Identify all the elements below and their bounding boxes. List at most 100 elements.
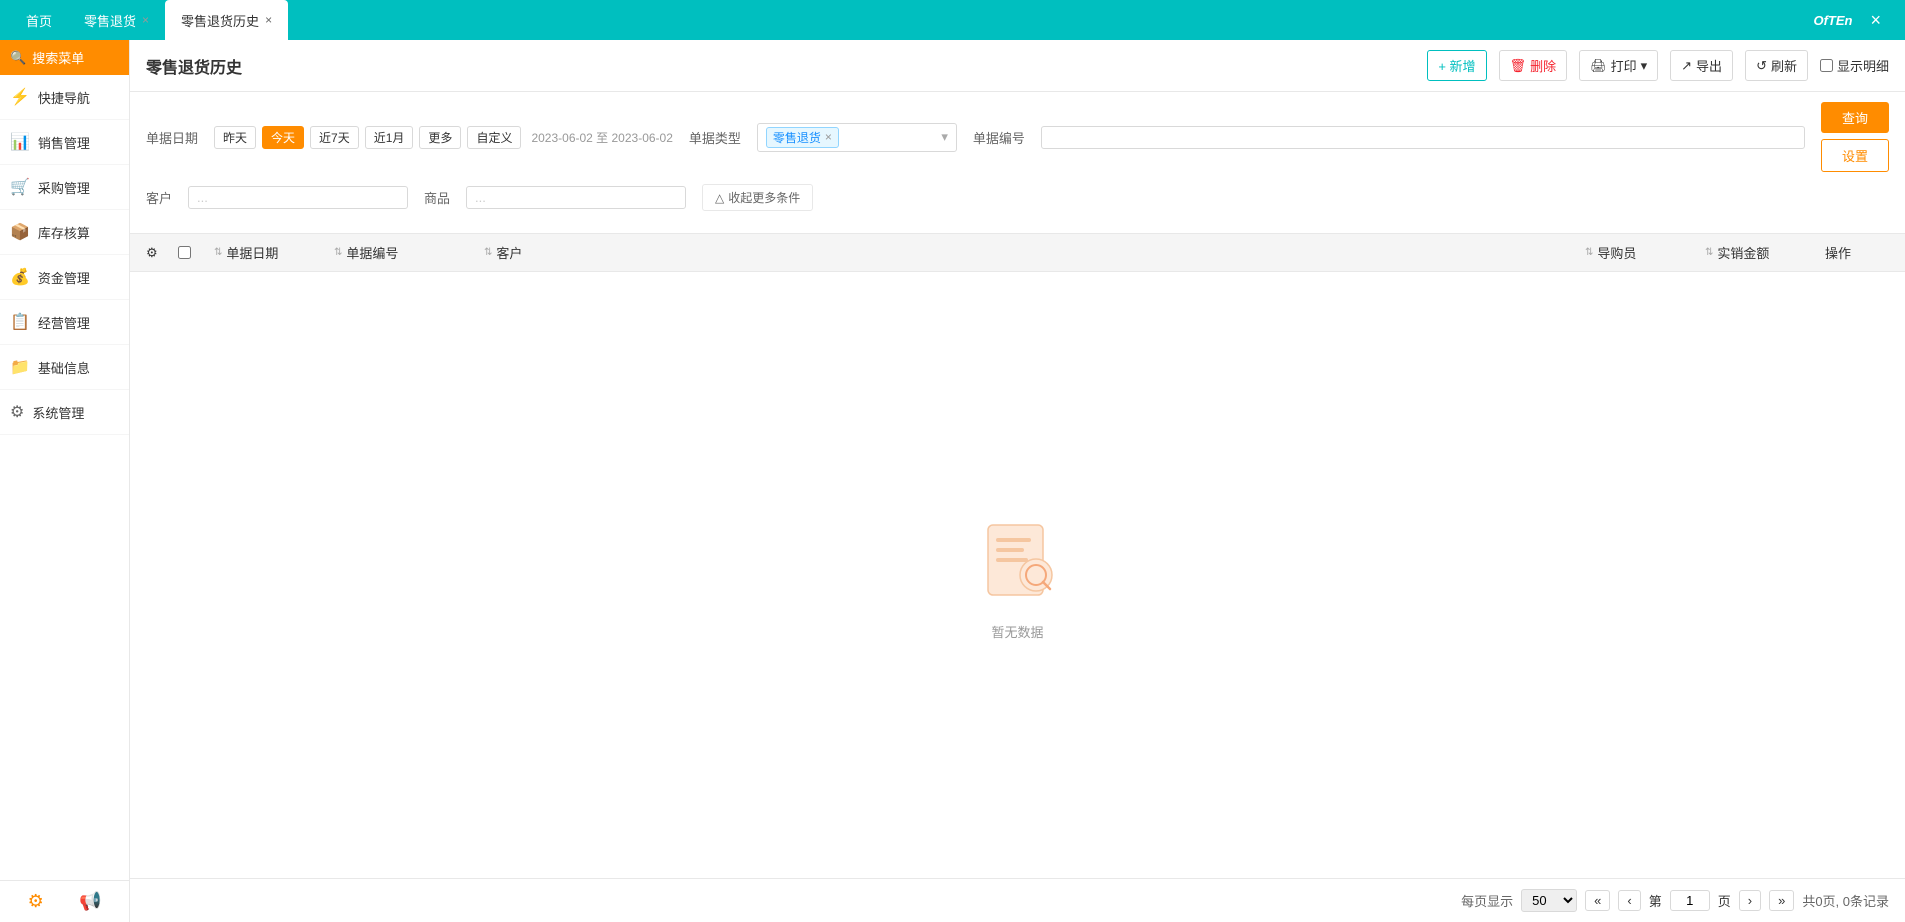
date-btn-1month[interactable]: 近1月 xyxy=(365,126,414,149)
sidebar-item-system-mgmt[interactable]: ⚙ 系统管理 xyxy=(0,390,129,435)
sidebar-item-purchase-mgmt[interactable]: 🛒 采购管理 xyxy=(0,165,129,210)
th-num[interactable]: ⇅ 单据编号 xyxy=(326,243,476,262)
doc-type-tag-label: 零售退货 xyxy=(773,129,821,146)
date-btn-custom[interactable]: 自定义 xyxy=(467,126,521,149)
filter-row-2: 客户 ... 商品 ... △ 收起更多条件 xyxy=(146,180,1889,215)
sidebar-item-sales-mgmt[interactable]: 📊 销售管理 xyxy=(0,120,129,165)
sidebar: 🔍 搜索菜单 ⚡ 快捷导航 📊 销售管理 🛒 采购管理 📦 库存核算 💰 资金管… xyxy=(0,40,130,922)
speaker-icon[interactable]: 📢 xyxy=(79,891,101,912)
goods-input[interactable]: ... xyxy=(466,186,686,209)
doc-type-tag-close[interactable]: × xyxy=(825,130,832,144)
tab-retail-return-close[interactable]: × xyxy=(142,13,149,27)
top-bar: 首页 零售退货 × 零售退货历史 × OfTEn × xyxy=(0,0,1905,40)
show-detail-checkbox[interactable] xyxy=(1820,59,1833,72)
table-settings-icon[interactable]: ⚙ xyxy=(146,245,158,261)
th-guide[interactable]: ⇅ 导购员 xyxy=(1577,243,1697,262)
sidebar-item-quick-nav-label: 快捷导航 xyxy=(38,88,90,107)
page-size-select[interactable]: 50 10 20 100 xyxy=(1521,889,1577,912)
filter-settings-button[interactable]: 设置 xyxy=(1821,139,1889,172)
purchase-mgmt-icon: 🛒 xyxy=(10,177,30,197)
sidebar-item-sales-mgmt-label: 销售管理 xyxy=(38,133,90,152)
tab-retail-return-history-close[interactable]: × xyxy=(265,13,272,27)
sort-num-icon: ⇅ xyxy=(334,247,342,258)
show-detail-checkbox-label[interactable]: 显示明细 xyxy=(1820,56,1889,75)
export-label: 导出 xyxy=(1696,56,1722,75)
table-header: ⚙ ⇅ 单据日期 ⇅ 单据编号 ⇅ 客户 ⇅ xyxy=(130,234,1905,272)
sidebar-search[interactable]: 🔍 搜索菜单 xyxy=(0,40,129,75)
th-date-label: 单据日期 xyxy=(226,243,278,262)
customer-placeholder: ... xyxy=(197,190,208,205)
goods-placeholder: ... xyxy=(475,190,486,205)
window-close-button[interactable]: × xyxy=(1862,10,1889,31)
sidebar-item-basic-info-label: 基础信息 xyxy=(38,358,90,377)
sidebar-item-basic-info[interactable]: 📁 基础信息 xyxy=(0,345,129,390)
sidebar-item-inventory-label: 库存核算 xyxy=(38,223,90,242)
page-label: 第 xyxy=(1649,891,1662,910)
print-chevron-icon: ▾ xyxy=(1641,58,1648,74)
doc-num-input[interactable] xyxy=(1041,126,1805,149)
th-customer[interactable]: ⇅ 客户 xyxy=(476,243,1577,262)
date-filter-label: 单据日期 xyxy=(146,128,198,147)
sidebar-item-inventory[interactable]: 📦 库存核算 xyxy=(0,210,129,255)
page-total: 共0页, 0条记录 xyxy=(1802,891,1889,910)
sort-date-icon: ⇅ xyxy=(214,247,222,258)
th-checkbox[interactable] xyxy=(170,246,206,259)
page-unit-label: 页 xyxy=(1718,891,1731,910)
th-amount-label: 实销金额 xyxy=(1717,243,1769,262)
date-btn-more[interactable]: 更多 xyxy=(419,126,461,149)
refresh-button[interactable]: ↺ 刷新 xyxy=(1745,50,1808,81)
doc-type-chevron-icon: ▾ xyxy=(941,129,948,145)
doc-type-filter-label: 单据类型 xyxy=(689,128,741,147)
doc-type-select[interactable]: 零售退货 × ▾ xyxy=(757,123,957,152)
date-btn-today[interactable]: 今天 xyxy=(262,126,304,149)
fund-mgmt-icon: 💰 xyxy=(10,267,30,287)
doc-num-filter-label: 单据编号 xyxy=(973,128,1025,147)
customer-filter-label: 客户 xyxy=(146,188,172,207)
query-button[interactable]: 查询 xyxy=(1821,102,1889,133)
th-amount[interactable]: ⇅ 实销金额 xyxy=(1697,243,1817,262)
date-range-display: 2023-06-02 至 2023-06-02 xyxy=(531,129,672,146)
page-title: 零售退货历史 xyxy=(146,54,242,78)
collapse-btn[interactable]: △ 收起更多条件 xyxy=(702,184,813,211)
date-btn-7days[interactable]: 近7天 xyxy=(310,126,359,149)
page-input[interactable] xyxy=(1670,890,1710,911)
search-icon: 🔍 xyxy=(10,50,26,66)
quick-nav-icon: ⚡ xyxy=(10,87,30,107)
sidebar-item-purchase-mgmt-label: 采购管理 xyxy=(38,178,90,197)
table-container: ⚙ ⇅ 单据日期 ⇅ 单据编号 ⇅ 客户 ⇅ xyxy=(130,234,1905,922)
th-settings[interactable]: ⚙ xyxy=(138,245,170,261)
sidebar-item-quick-nav[interactable]: ⚡ 快捷导航 xyxy=(0,75,129,120)
print-icon: 🖨 xyxy=(1590,58,1607,74)
delete-button[interactable]: 🗑 删除 xyxy=(1499,50,1568,81)
print-button[interactable]: 🖨 打印 ▾ xyxy=(1579,50,1658,81)
th-date[interactable]: ⇅ 单据日期 xyxy=(206,243,326,262)
sidebar-item-system-mgmt-label: 系统管理 xyxy=(32,403,84,422)
layout: 🔍 搜索菜单 ⚡ 快捷导航 📊 销售管理 🛒 采购管理 📦 库存核算 💰 资金管… xyxy=(0,40,1905,922)
date-btn-yesterday[interactable]: 昨天 xyxy=(214,126,256,149)
sidebar-search-label: 搜索菜单 xyxy=(32,48,84,67)
last-page-button[interactable]: » xyxy=(1769,890,1794,911)
th-action: 操作 xyxy=(1817,243,1897,262)
tab-retail-return-history[interactable]: 零售退货历史 × xyxy=(165,0,288,40)
page-header: 零售退货历史 + 新增 🗑 删除 🖨 打印 ▾ ↗ 导出 ↺ xyxy=(130,40,1905,92)
export-icon: ↗ xyxy=(1681,58,1692,74)
prev-page-button[interactable]: ‹ xyxy=(1618,890,1640,911)
delete-label: 删除 xyxy=(1530,56,1556,75)
collapse-icon: △ xyxy=(715,191,724,205)
export-button[interactable]: ↗ 导出 xyxy=(1670,50,1733,81)
operation-mgmt-icon: 📋 xyxy=(10,312,30,332)
page-size-label: 每页显示 xyxy=(1461,891,1513,910)
doc-type-tag: 零售退货 × xyxy=(766,127,839,148)
select-all-checkbox[interactable] xyxy=(178,246,191,259)
tab-retail-return[interactable]: 零售退货 × xyxy=(68,0,165,40)
print-label: 打印 xyxy=(1611,56,1637,75)
new-button[interactable]: + 新增 xyxy=(1427,50,1486,81)
settings-icon[interactable]: ⚙ xyxy=(28,891,44,912)
next-page-button[interactable]: › xyxy=(1739,890,1761,911)
sidebar-item-fund-mgmt[interactable]: 💰 资金管理 xyxy=(0,255,129,300)
sidebar-item-operation-mgmt[interactable]: 📋 经营管理 xyxy=(0,300,129,345)
tab-home[interactable]: 首页 xyxy=(10,0,68,40)
first-page-button[interactable]: « xyxy=(1585,890,1610,911)
sidebar-item-operation-mgmt-label: 经营管理 xyxy=(38,313,90,332)
customer-input[interactable]: ... xyxy=(188,186,408,209)
